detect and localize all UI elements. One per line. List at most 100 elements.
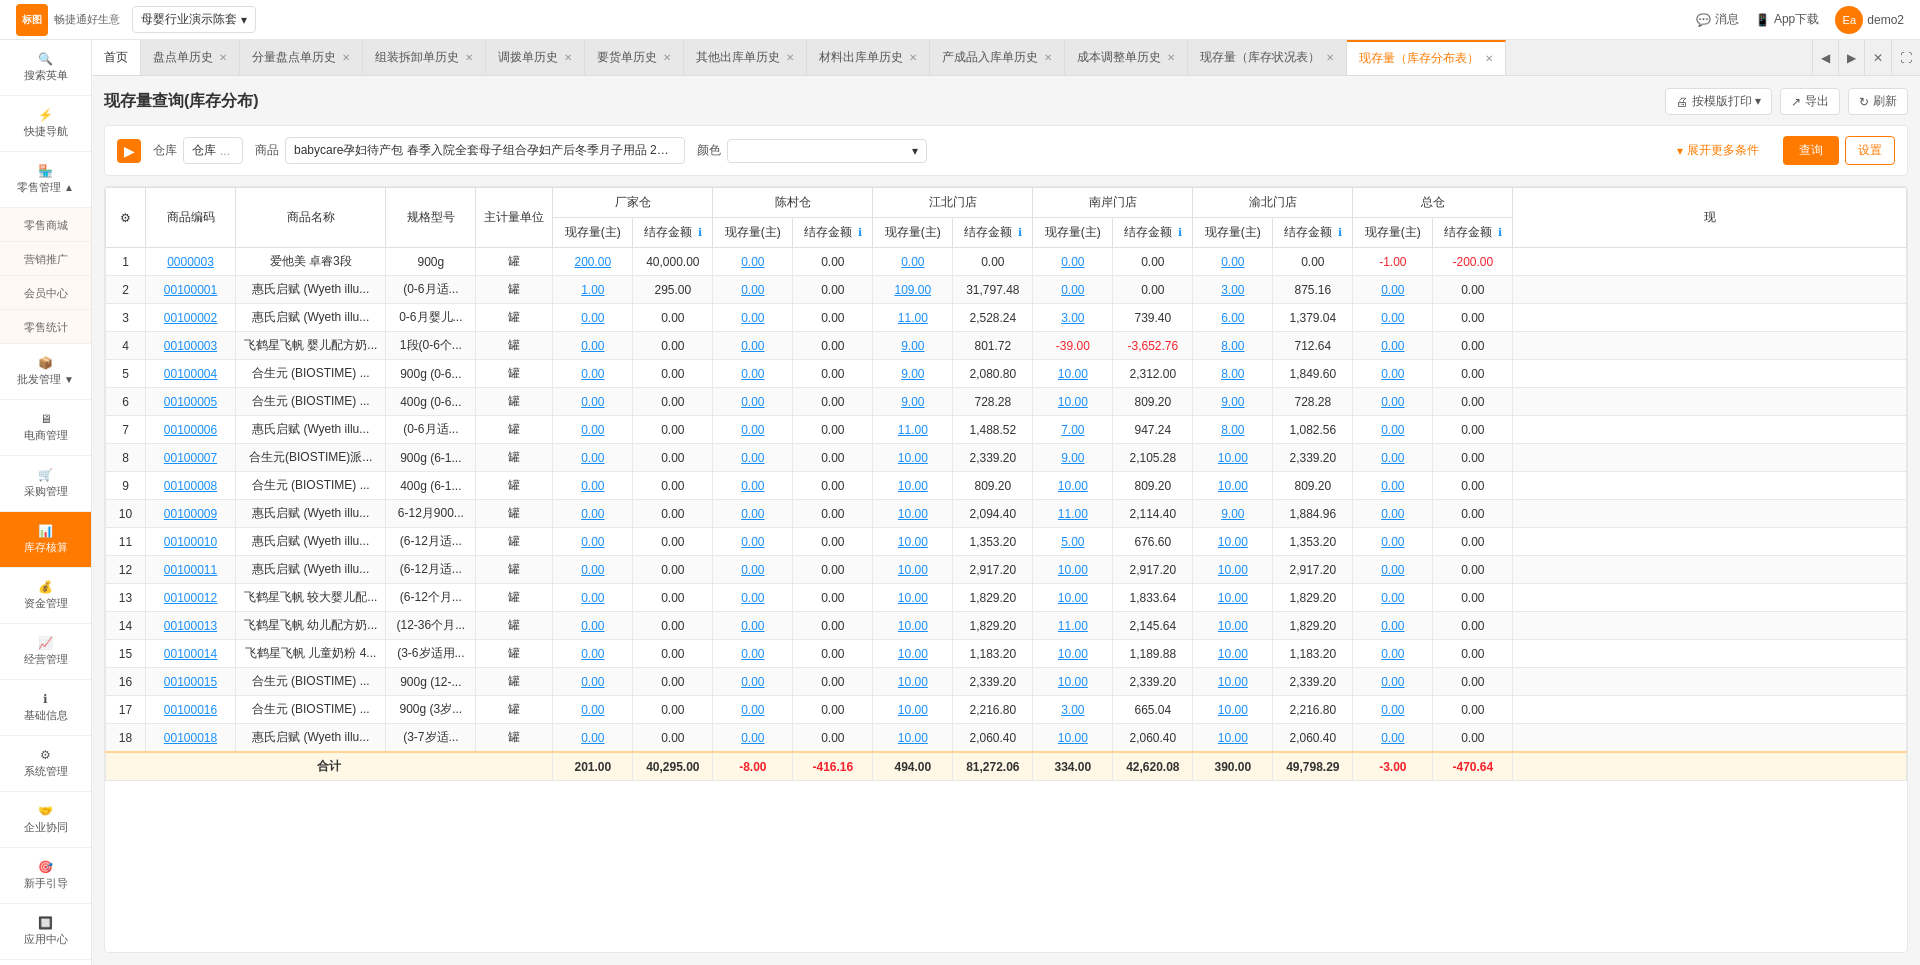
table-cell[interactable]: 00100015	[146, 668, 236, 696]
table-cell[interactable]: 0.00	[1353, 500, 1433, 528]
table-cell[interactable]: 0.00	[553, 388, 633, 416]
tab-assemble-close[interactable]: ✕	[465, 52, 473, 63]
table-cell[interactable]: 5.00	[1033, 528, 1113, 556]
product-input[interactable]: babycare孕妇待产包 春季入院全套母子组合孕妇产后冬季月子用品 22件套 …	[285, 137, 685, 164]
table-cell[interactable]: 0000003	[146, 248, 236, 276]
message-action[interactable]: 💬 消息	[1696, 11, 1739, 28]
table-cell[interactable]: 00100003	[146, 332, 236, 360]
table-cell[interactable]: 0.00	[553, 472, 633, 500]
table-cell[interactable]: 0.00	[1193, 248, 1273, 276]
table-cell[interactable]: 0.00	[553, 528, 633, 556]
table-cell[interactable]: 00100008	[146, 472, 236, 500]
tab-material-close[interactable]: ✕	[909, 52, 917, 63]
info-icon-factory[interactable]: ℹ	[698, 226, 702, 238]
table-cell[interactable]: 0.00	[1353, 388, 1433, 416]
user-profile[interactable]: Ea demo2	[1835, 6, 1904, 34]
table-cell[interactable]: 10.00	[1033, 556, 1113, 584]
table-cell[interactable]: 11.00	[873, 416, 953, 444]
table-cell[interactable]: 8.00	[1193, 332, 1273, 360]
table-cell[interactable]: 10.00	[873, 528, 953, 556]
table-cell[interactable]: 10.00	[873, 612, 953, 640]
table-cell[interactable]: 11.00	[1033, 500, 1113, 528]
table-cell[interactable]: 200.00	[553, 248, 633, 276]
tab-inventory-check[interactable]: 盘点单历史 ✕	[141, 40, 240, 76]
table-cell[interactable]: 0.00	[1353, 332, 1433, 360]
table-cell[interactable]: 0.00	[553, 444, 633, 472]
table-cell[interactable]: 9.00	[1033, 444, 1113, 472]
sidebar-item-retail-stats[interactable]: 零售统计	[0, 310, 91, 344]
refresh-button[interactable]: ↻ 刷新	[1848, 88, 1908, 115]
table-cell[interactable]: 0.00	[1033, 248, 1113, 276]
table-cell[interactable]: 00100010	[146, 528, 236, 556]
table-cell[interactable]: 10.00	[873, 444, 953, 472]
sidebar-item-assets[interactable]: 💰 资金管理	[0, 568, 91, 624]
table-cell[interactable]: 0.00	[1353, 696, 1433, 724]
col-gear[interactable]: ⚙	[106, 188, 146, 248]
sidebar-item-marketing[interactable]: 营销推广	[0, 242, 91, 276]
print-button[interactable]: 🖨 按模版打印 ▾	[1665, 88, 1772, 115]
table-cell[interactable]: 11.00	[1033, 612, 1113, 640]
table-cell[interactable]: 00100009	[146, 500, 236, 528]
settings-button[interactable]: 设置	[1845, 136, 1895, 165]
table-cell[interactable]: 3.00	[1033, 304, 1113, 332]
table-cell[interactable]: 0.00	[1353, 528, 1433, 556]
table-cell[interactable]: 0.00	[713, 640, 793, 668]
table-cell[interactable]: 9.00	[873, 332, 953, 360]
table-cell[interactable]: 00100013	[146, 612, 236, 640]
table-cell[interactable]: 109.00	[873, 276, 953, 304]
tab-close-all-btn[interactable]: ✕	[1864, 40, 1891, 76]
table-cell[interactable]: 10.00	[1193, 612, 1273, 640]
table-cell[interactable]: 0.00	[1353, 360, 1433, 388]
tab-product-in[interactable]: 产成品入库单历史 ✕	[930, 40, 1065, 76]
sidebar-item-search[interactable]: 🔍 搜索英单	[0, 40, 91, 96]
table-cell[interactable]: 00100016	[146, 696, 236, 724]
table-cell[interactable]: 10.00	[873, 724, 953, 753]
table-cell[interactable]: 10.00	[873, 472, 953, 500]
table-cell[interactable]: 00100006	[146, 416, 236, 444]
sidebar-item-basic[interactable]: ℹ 基础信息	[0, 680, 91, 736]
table-cell[interactable]: 10.00	[1033, 360, 1113, 388]
table-cell[interactable]: 00100018	[146, 724, 236, 753]
table-cell[interactable]: 0.00	[1353, 668, 1433, 696]
table-cell[interactable]: 0.00	[553, 612, 633, 640]
company-selector[interactable]: 母婴行业演示陈套 ▾	[132, 6, 256, 33]
export-button[interactable]: ↗ 导出	[1780, 88, 1840, 115]
table-cell[interactable]: 0.00	[1353, 556, 1433, 584]
table-cell[interactable]: 9.00	[1193, 500, 1273, 528]
table-cell[interactable]: 10.00	[1033, 640, 1113, 668]
table-cell[interactable]: 3.00	[1033, 696, 1113, 724]
table-cell[interactable]: 0.00	[553, 304, 633, 332]
tab-assemble[interactable]: 组装拆卸单历史 ✕	[363, 40, 486, 76]
tab-material-out[interactable]: 材料出库单历史 ✕	[807, 40, 930, 76]
sidebar-item-enterprise[interactable]: 🤝 企业协同	[0, 792, 91, 848]
table-cell[interactable]: 0.00	[713, 724, 793, 753]
table-cell[interactable]: 0.00	[713, 472, 793, 500]
tab-home[interactable]: 首页	[92, 40, 141, 76]
table-cell[interactable]: 0.00	[713, 500, 793, 528]
tab-other-out-close[interactable]: ✕	[786, 52, 794, 63]
table-cell[interactable]: 0.00	[1353, 304, 1433, 332]
table-cell[interactable]: 00100007	[146, 444, 236, 472]
table-cell[interactable]: 7.00	[1033, 416, 1113, 444]
table-cell[interactable]: 0.00	[553, 332, 633, 360]
table-cell[interactable]: 9.00	[873, 388, 953, 416]
tab-next-btn[interactable]: ▶	[1838, 40, 1864, 76]
table-cell[interactable]: 9.00	[873, 360, 953, 388]
expand-filter-button[interactable]: ▾ 展开更多条件	[1677, 142, 1759, 159]
info-icon-chen[interactable]: ℹ	[858, 226, 862, 238]
table-cell[interactable]: 0.00	[713, 444, 793, 472]
sidebar-item-stock[interactable]: 📊 库存核算	[0, 512, 91, 568]
table-cell[interactable]: 0.00	[713, 360, 793, 388]
table-cell[interactable]: 10.00	[1193, 528, 1273, 556]
tab-purchase-order[interactable]: 要货单历史 ✕	[585, 40, 684, 76]
table-cell[interactable]: 00100012	[146, 584, 236, 612]
tab-current-stock[interactable]: 现存量（库存状况表） ✕	[1188, 40, 1347, 76]
table-cell[interactable]: 0.00	[553, 500, 633, 528]
table-cell[interactable]: 0.00	[553, 416, 633, 444]
table-cell[interactable]: 10.00	[1033, 388, 1113, 416]
table-cell[interactable]: 00100014	[146, 640, 236, 668]
table-cell[interactable]: 10.00	[1193, 696, 1273, 724]
warehouse-input[interactable]: 仓库 ...	[183, 137, 243, 164]
table-cell[interactable]: 10.00	[1193, 472, 1273, 500]
table-cell[interactable]: 0.00	[713, 276, 793, 304]
